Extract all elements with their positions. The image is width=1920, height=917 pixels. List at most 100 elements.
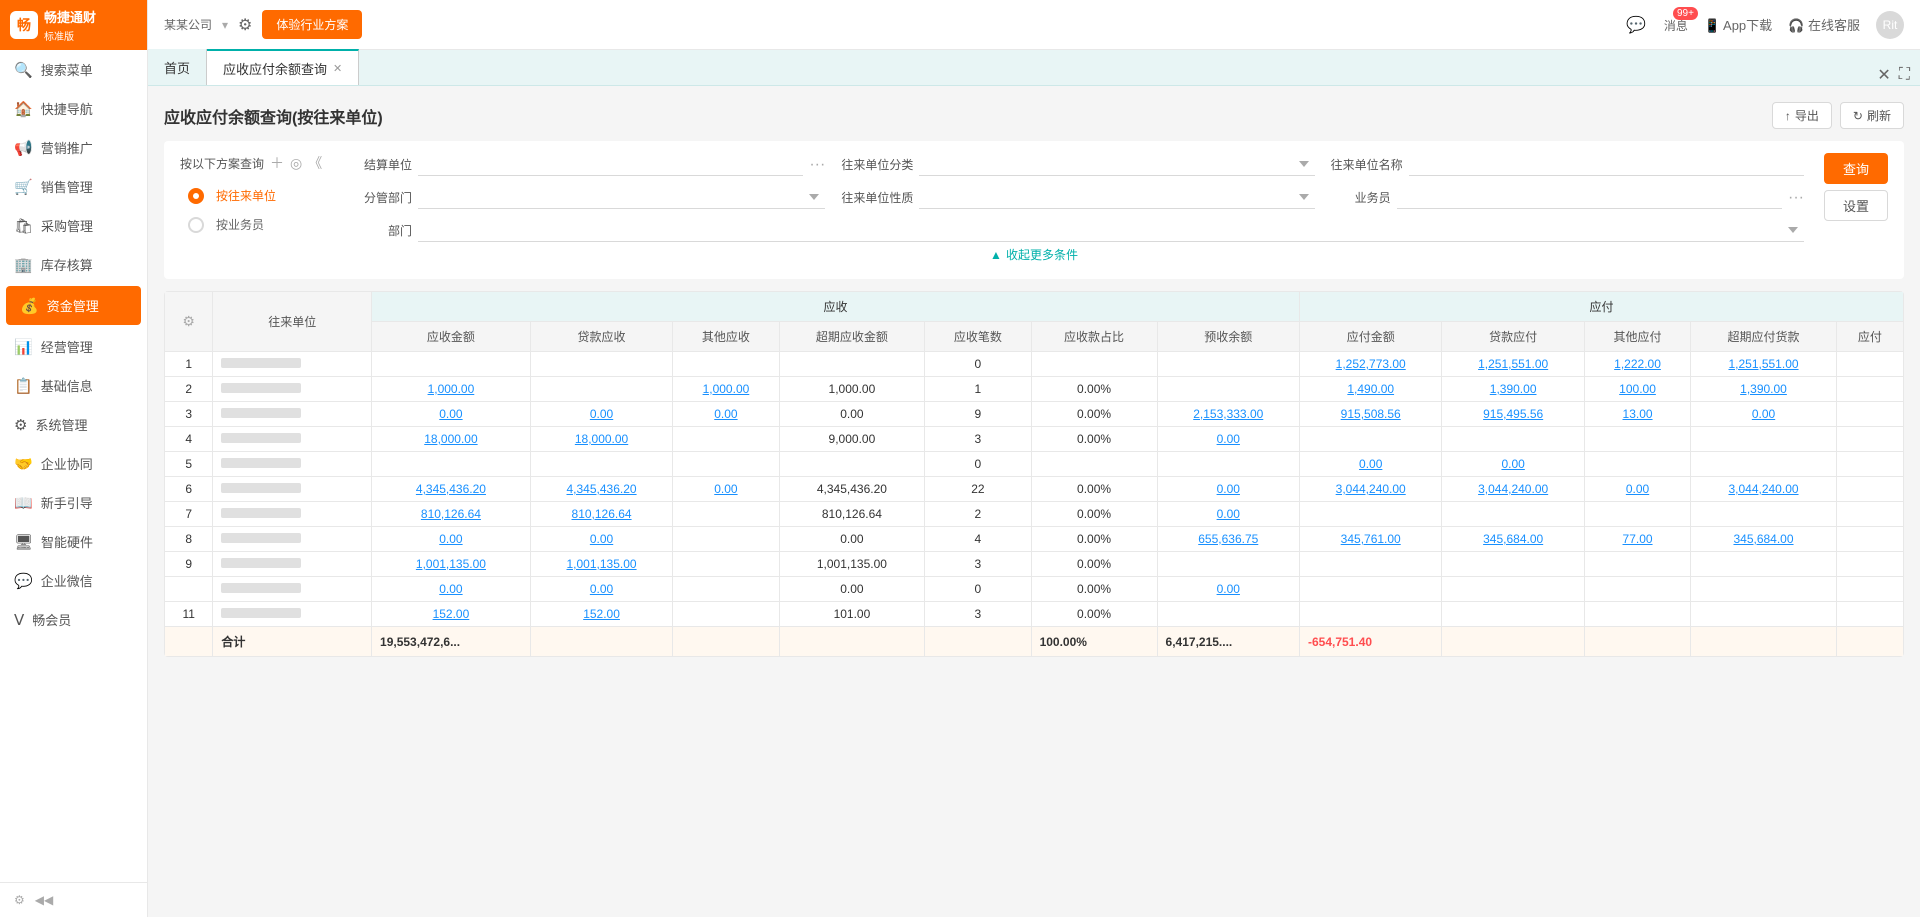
cell-ap-overdue[interactable] [1691,452,1837,477]
sidebar-item-inventory[interactable]: 🏢 库存核算 [0,245,147,284]
cell-ap-overdue[interactable] [1691,602,1837,627]
cell-ap-amount[interactable]: 1,252,773.00 [1299,352,1441,377]
salesman-input[interactable] [1397,186,1782,209]
cell-ap-overdue[interactable] [1691,577,1837,602]
cell-ap-other[interactable]: 100.00 [1584,377,1690,402]
cell-ar-prepaid[interactable] [1157,602,1299,627]
cell-ar-prepaid[interactable]: 655,636.75 [1157,527,1299,552]
cell-ap-amount[interactable] [1299,427,1441,452]
cell-ar-amount[interactable]: 1,000.00 [372,377,531,402]
search-option-unit[interactable]: 按往来单位 [180,183,340,208]
cell-ap-other[interactable] [1584,552,1690,577]
salesman-dots[interactable]: ··· [1788,189,1804,207]
sidebar-item-system[interactable]: ⚙ 系统管理 [0,405,147,444]
cell-ar-other[interactable] [673,577,779,602]
sidebar-item-cooperation[interactable]: 🤝 企业协同 [0,444,147,483]
unit-nature-select[interactable] [919,186,1314,209]
cell-ar-other[interactable] [673,502,779,527]
cell-ap-loan[interactable]: 1,251,551.00 [1442,352,1584,377]
user-avatar[interactable]: Rit [1876,11,1904,39]
cell-ap-amount[interactable]: 915,508.56 [1299,402,1441,427]
cell-ar-amount[interactable]: 152.00 [372,602,531,627]
cell-ap-amount[interactable]: 1,490.00 [1299,377,1441,402]
th-settings[interactable]: ⚙ [165,292,213,352]
cell-ar-other[interactable] [673,527,779,552]
sidebar-settings-icon[interactable]: ⚙ [14,893,25,907]
cell-ap-loan[interactable] [1442,502,1584,527]
cell-ar-other[interactable]: 1,000.00 [673,377,779,402]
cell-ap-loan[interactable] [1442,602,1584,627]
cell-ar-prepaid[interactable]: 2,153,333.00 [1157,402,1299,427]
cell-ap-overdue[interactable]: 1,390.00 [1691,377,1837,402]
settlement-unit-input[interactable] [418,153,803,176]
tab-ar-ap[interactable]: 应收应付余额查询 ✕ [207,49,359,85]
settlement-unit-dots[interactable]: ··· [809,156,825,174]
cell-ar-amount[interactable]: 0.00 [372,527,531,552]
cell-ap-loan[interactable]: 345,684.00 [1442,527,1584,552]
cell-ar-loan[interactable] [530,352,672,377]
cell-ap-overdue[interactable]: 0.00 [1691,402,1837,427]
cell-ap-overdue[interactable]: 345,684.00 [1691,527,1837,552]
sidebar-item-guide[interactable]: 📖 新手引导 [0,483,147,522]
cell-ap-amount[interactable] [1299,602,1441,627]
cell-ap-loan[interactable] [1442,552,1584,577]
cell-ap-amount[interactable]: 3,044,240.00 [1299,477,1441,502]
cell-ar-loan[interactable] [530,452,672,477]
cell-ap-other[interactable] [1584,427,1690,452]
query-button[interactable]: 查询 [1824,153,1888,184]
cell-ar-prepaid[interactable] [1157,552,1299,577]
cell-ar-amount[interactable]: 810,126.64 [372,502,531,527]
cell-ap-loan[interactable]: 915,495.56 [1442,402,1584,427]
cell-ap-loan[interactable] [1442,427,1584,452]
sidebar-item-wechat[interactable]: 💬 企业微信 [0,561,147,600]
cell-ar-other[interactable] [673,427,779,452]
cell-ap-overdue[interactable] [1691,427,1837,452]
cell-ap-loan[interactable] [1442,577,1584,602]
cell-ap-loan[interactable]: 1,390.00 [1442,377,1584,402]
cell-ap-overdue[interactable]: 3,044,240.00 [1691,477,1837,502]
cell-ar-prepaid[interactable]: 0.00 [1157,477,1299,502]
topbar-dropdown-icon[interactable]: ▾ [222,18,228,32]
sidebar-item-hardware[interactable]: 🖥 智能硬件 [0,522,147,561]
cell-ap-amount[interactable]: 345,761.00 [1299,527,1441,552]
cell-ap-loan[interactable]: 3,044,240.00 [1442,477,1584,502]
cell-ar-other[interactable] [673,352,779,377]
cell-ar-loan[interactable]: 4,345,436.20 [530,477,672,502]
table-settings-icon[interactable]: ⚙ [182,313,195,329]
tab-fullscreen-icon[interactable]: ⛶ [1899,66,1910,84]
cell-ar-loan[interactable]: 1,001,135.00 [530,552,672,577]
cell-ar-loan[interactable]: 0.00 [530,527,672,552]
industry-solution-button[interactable]: 体验行业方案 [262,10,362,39]
cell-ar-amount[interactable]: 0.00 [372,577,531,602]
cell-ap-other[interactable] [1584,452,1690,477]
refresh-button[interactable]: ↻ 刷新 [1840,102,1904,129]
tab-close-all-icon[interactable]: ✕ [1877,65,1890,85]
cell-ar-prepaid[interactable] [1157,377,1299,402]
cell-ar-loan[interactable]: 152.00 [530,602,672,627]
tab-close-icon[interactable]: ✕ [333,62,342,75]
cell-ar-amount[interactable]: 18,000.00 [372,427,531,452]
app-download-button[interactable]: 📱 App下载 [1704,15,1772,34]
sidebar-item-management[interactable]: 📊 经营管理 [0,327,147,366]
cell-ar-amount[interactable]: 1,001,135.00 [372,552,531,577]
cell-ar-other[interactable]: 0.00 [673,477,779,502]
cell-ar-other[interactable]: 0.00 [673,402,779,427]
scheme-collapse-icon[interactable]: 《 [308,153,322,173]
online-service-button[interactable]: 🎧 在线客服 [1788,15,1860,34]
sub-department-select[interactable] [418,219,1804,242]
cell-ap-loan[interactable]: 0.00 [1442,452,1584,477]
sidebar-item-basic[interactable]: 📋 基础信息 [0,366,147,405]
cell-ar-loan[interactable]: 0.00 [530,577,672,602]
cell-ap-other[interactable] [1584,502,1690,527]
cell-ar-amount[interactable] [372,452,531,477]
cell-ap-amount[interactable] [1299,502,1441,527]
sidebar-item-quick-nav[interactable]: 🏠 快捷导航 [0,89,147,128]
cell-ar-amount[interactable] [372,352,531,377]
department-select[interactable] [418,186,825,209]
cell-ap-amount[interactable] [1299,577,1441,602]
cell-ar-loan[interactable]: 810,126.64 [530,502,672,527]
unit-name-input[interactable] [1409,153,1804,176]
tab-home[interactable]: 首页 [148,49,207,85]
messages-button[interactable]: 💬 99+ 消息 [1626,15,1688,35]
cell-ar-prepaid[interactable] [1157,452,1299,477]
